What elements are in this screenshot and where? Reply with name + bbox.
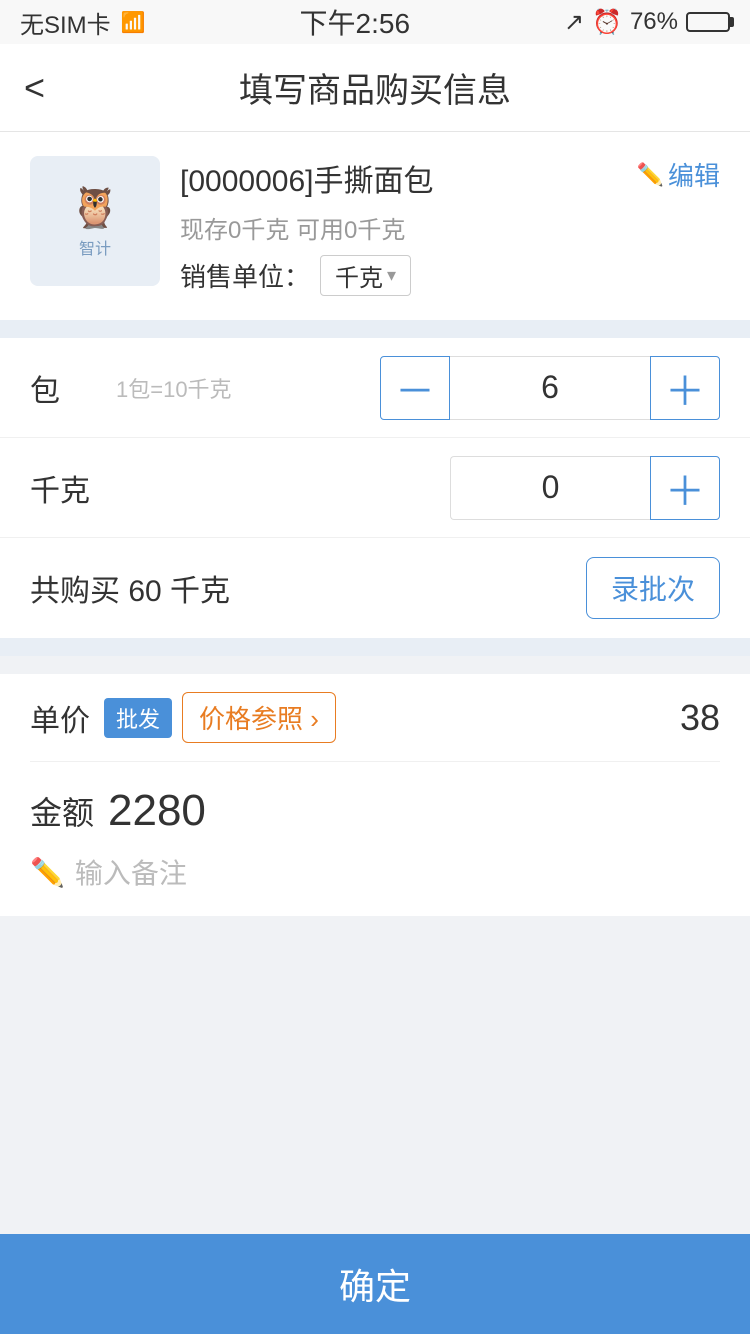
- logo-text: 智计: [79, 235, 111, 259]
- bag-value[interactable]: 6: [450, 356, 650, 420]
- nav-bar: < 填写商品购买信息: [0, 44, 750, 132]
- price-row: 单价 批发 价格参照 › 38: [30, 674, 720, 762]
- status-carrier: 无SIM卡 📶: [20, 5, 146, 40]
- unit-label: 销售单位：: [180, 257, 310, 294]
- kg-controls: 0 ＋: [450, 456, 720, 520]
- location-icon: ↗: [564, 8, 584, 37]
- battery-bar: [686, 12, 730, 32]
- product-card: 🦉 智计 [0000006]手撕面包 现存0千克 可用0千克 销售单位： 千克 …: [0, 132, 750, 320]
- batch-button[interactable]: 录批次: [586, 557, 720, 619]
- bag-input-row: 包 1包=10千克 － 6 ＋: [0, 338, 750, 438]
- price-value: 38: [680, 697, 720, 739]
- bag-decrement-button[interactable]: －: [380, 356, 450, 420]
- remark-icon: ✏️: [30, 856, 65, 889]
- kg-input-row: 千克 0 ＋: [0, 438, 750, 538]
- kg-label: 千克: [30, 466, 110, 510]
- alarm-icon: ⏰: [592, 8, 622, 37]
- product-unit-row: 销售单位： 千克 ▾: [180, 255, 720, 296]
- separator-1: [0, 320, 750, 338]
- remark-row[interactable]: ✏️ 输入备注: [30, 852, 720, 892]
- battery-percent: 76%: [630, 8, 678, 36]
- edit-button[interactable]: ✏️ 编辑: [637, 156, 720, 193]
- bag-controls: － 6 ＋: [380, 356, 720, 420]
- status-time: 下午2:56: [300, 2, 411, 42]
- separator-2: [0, 638, 750, 656]
- empty-area: [0, 916, 750, 1234]
- summary-text: 共购买 60 千克: [30, 566, 230, 610]
- product-thumbnail: 🦉 智计: [55, 191, 135, 251]
- amount-label: 金额: [30, 788, 94, 834]
- product-image: 🦉 智计: [30, 156, 160, 286]
- carrier-text: 无SIM卡: [20, 5, 111, 40]
- kg-increment-button[interactable]: ＋: [650, 456, 720, 520]
- bag-input-section: 包 1包=10千克 － 6 ＋ 千克 0 ＋: [0, 338, 750, 538]
- back-button[interactable]: <: [24, 67, 45, 109]
- amount-value: 2280: [108, 786, 206, 836]
- bag-hint: 1包=10千克: [116, 372, 380, 404]
- product-logo-icon: 🦉: [70, 184, 120, 231]
- unit-selector[interactable]: 千克 ▾: [320, 255, 411, 296]
- remark-placeholder[interactable]: 输入备注: [75, 852, 187, 892]
- status-bar: 无SIM卡 📶 下午2:56 ↗ ⏰ 76%: [0, 0, 750, 44]
- confirm-button[interactable]: 确定: [0, 1234, 750, 1334]
- amount-section: 金额 2280 ✏️ 输入备注: [0, 762, 750, 916]
- bag-increment-button[interactable]: ＋: [650, 356, 720, 420]
- product-stock: 现存0千克 可用0千克: [180, 210, 720, 245]
- price-label: 单价: [30, 696, 90, 740]
- wifi-icon: 📶: [121, 10, 146, 35]
- price-reference-button[interactable]: 价格参照 ›: [182, 692, 336, 743]
- price-type-badge: 批发: [104, 698, 172, 738]
- chevron-down-icon: ▾: [387, 265, 396, 286]
- price-section: 单价 批发 价格参照 › 38: [0, 674, 750, 762]
- bag-label: 包: [30, 366, 110, 410]
- kg-value[interactable]: 0: [450, 456, 650, 520]
- amount-row: 金额 2280: [30, 786, 720, 836]
- summary-row: 共购买 60 千克 录批次: [0, 538, 750, 638]
- page-title: 填写商品购买信息: [239, 63, 511, 112]
- edit-icon: ✏️: [637, 162, 664, 188]
- status-right: ↗ ⏰ 76%: [564, 8, 730, 37]
